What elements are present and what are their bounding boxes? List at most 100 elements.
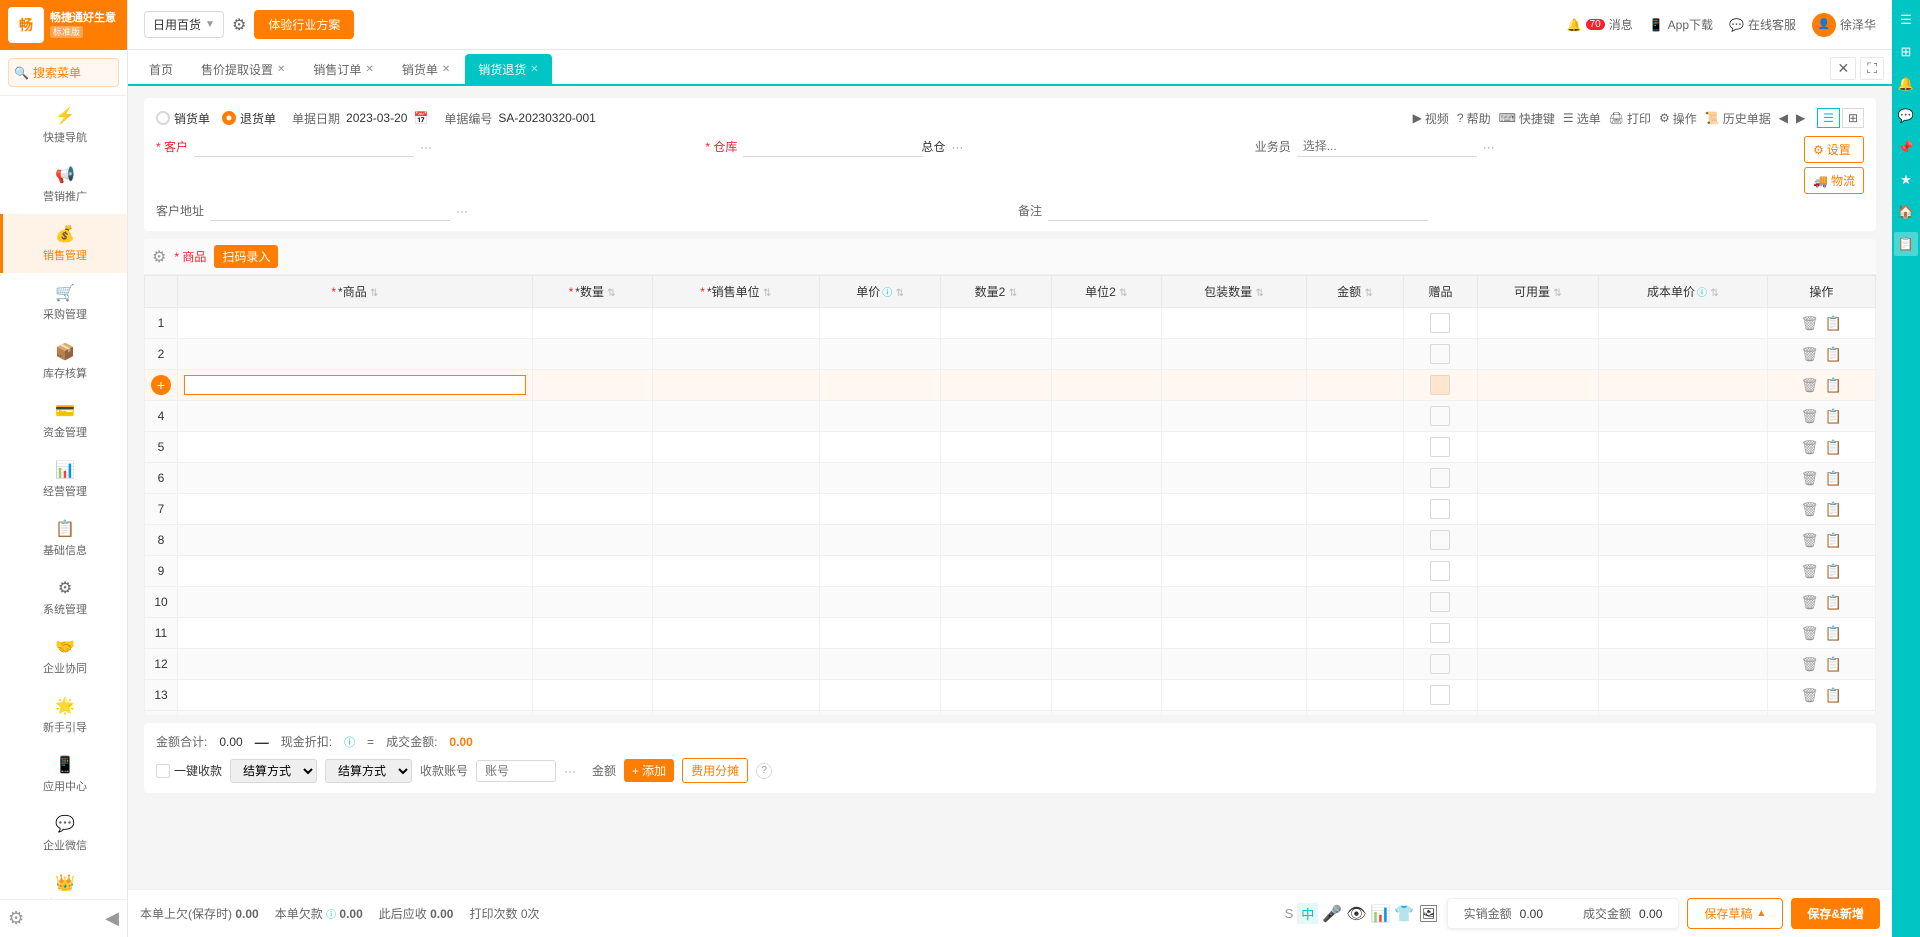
gift-checkbox-11[interactable] — [1430, 623, 1450, 643]
unit-price-sort-icon[interactable]: ⇅ — [896, 288, 904, 299]
note-input[interactable] — [1048, 200, 1428, 221]
gift-checkbox-4[interactable] — [1430, 406, 1450, 426]
copy-row-5-btn[interactable]: 📋 — [1825, 439, 1842, 456]
add-row-button[interactable]: + — [151, 375, 171, 395]
table-settings-icon[interactable]: ⚙ — [152, 247, 166, 267]
gift-checkbox-12[interactable] — [1430, 654, 1450, 674]
available-sort-icon[interactable]: ⇅ — [1553, 288, 1561, 299]
tab-sales-order[interactable]: 销售订单 ✕ — [300, 54, 386, 84]
unit-price-info-icon[interactable]: ⓘ — [882, 288, 892, 299]
logistics-button[interactable]: 🚚 物流 — [1804, 167, 1864, 194]
delete-row-4-btn[interactable]: 🗑 — [1801, 408, 1819, 425]
trial-button[interactable]: 体验行业方案 — [254, 10, 354, 39]
app-download-button[interactable]: 📱 App下载 — [1649, 16, 1713, 33]
right-tool-clipboard[interactable]: 📋 — [1894, 232, 1918, 256]
discount-info-icon[interactable]: ⓘ — [344, 734, 355, 750]
close-window-icon[interactable]: ✕ — [1830, 57, 1856, 80]
gift-checkbox-13[interactable] — [1430, 685, 1450, 705]
sidebar-item-operations[interactable]: 📊 经营管理 — [0, 450, 127, 509]
print-action[interactable]: 🖨 打印 — [1609, 110, 1651, 127]
split-expenses-button[interactable]: 费用分摊 — [682, 758, 748, 783]
salesperson-input[interactable] — [1297, 136, 1477, 157]
collapse-icon[interactable]: ◀ — [105, 908, 119, 929]
sidebar-item-newbie[interactable]: 🌟 新手引导 — [0, 686, 127, 745]
sidebar-item-sales[interactable]: 💰 销售管理 — [0, 214, 127, 273]
address-input[interactable] — [210, 200, 450, 221]
gift-checkbox-5[interactable] — [1430, 437, 1450, 457]
single-debt-info[interactable]: ⓘ — [326, 910, 336, 921]
unit2-sort-icon[interactable]: ⇅ — [1119, 288, 1127, 299]
close-sales-order-tab[interactable]: ✕ — [365, 64, 373, 75]
online-service-button[interactable]: 💬 在线客服 — [1729, 16, 1796, 33]
history-action[interactable]: 📜 历史单据 — [1705, 110, 1771, 127]
gift-checkbox-7[interactable] — [1430, 499, 1450, 519]
notifications-button[interactable]: 🔔 70 消息 — [1567, 16, 1633, 33]
settings-bottom-icon[interactable]: ⚙ — [8, 908, 24, 929]
tab-home[interactable]: 首页 — [136, 54, 186, 84]
gift-checkbox-1[interactable] — [1430, 313, 1450, 333]
copy-row-12-btn[interactable]: 📋 — [1825, 656, 1842, 673]
delete-row-13-btn[interactable]: 🗑 — [1801, 687, 1819, 704]
split-help-icon[interactable]: ? — [756, 763, 772, 779]
nav-prev[interactable]: ◀ — [1779, 111, 1788, 125]
cost-price-sort-icon[interactable]: ⇅ — [1710, 288, 1718, 299]
shortcut-action[interactable]: ⌨ 快捷键 — [1499, 110, 1555, 127]
save-new-button[interactable]: 保存&新增 — [1791, 898, 1880, 929]
sidebar-item-finance[interactable]: 💳 资金管理 — [0, 391, 127, 450]
delete-row-12-btn[interactable]: 🗑 — [1801, 656, 1819, 673]
copy-row-6-btn[interactable]: 📋 — [1825, 470, 1842, 487]
delete-row-8-btn[interactable]: 🗑 — [1801, 532, 1819, 549]
tab-price-settings[interactable]: 售价提取设置 ✕ — [188, 54, 298, 84]
salesperson-select-btn[interactable]: ··· — [1483, 140, 1495, 154]
copy-row-3-btn[interactable]: 📋 — [1825, 377, 1842, 394]
grid-view-toggle[interactable]: ⊞ — [1842, 108, 1864, 128]
settings-icon[interactable]: ⚙ — [232, 15, 246, 35]
close-price-settings-tab[interactable]: ✕ — [277, 64, 285, 75]
sidebar-item-shortcut[interactable]: ⚡ 快捷导航 — [0, 96, 127, 155]
right-tool-bell[interactable]: 🔔 — [1894, 72, 1918, 96]
copy-row-1-btn[interactable]: 📋 — [1825, 315, 1842, 332]
address-select-btn[interactable]: ··· — [456, 204, 468, 218]
operate-action[interactable]: ⚙ 操作 — [1659, 110, 1697, 127]
delete-row-7-btn[interactable]: 🗑 — [1801, 501, 1819, 518]
copy-row-2-btn[interactable]: 📋 — [1825, 346, 1842, 363]
delete-row-10-btn[interactable]: 🗑 — [1801, 594, 1819, 611]
copy-row-9-btn[interactable]: 📋 — [1825, 563, 1842, 580]
right-tool-list[interactable]: ☰ — [1894, 8, 1918, 32]
list-view-toggle[interactable]: ☰ — [1817, 108, 1840, 128]
right-tool-star[interactable]: ★ — [1894, 168, 1918, 192]
search-menu-button[interactable]: 🔍 搜索菜单 — [8, 58, 119, 87]
radio-return[interactable]: 退货单 — [222, 110, 276, 127]
customer-select-btn[interactable]: ··· — [420, 140, 432, 154]
gift-checkbox-6[interactable] — [1430, 468, 1450, 488]
user-profile[interactable]: 👤 徐泽华 — [1812, 13, 1876, 37]
delete-row-11-btn[interactable]: 🗑 — [1801, 625, 1819, 642]
gift-checkbox-8[interactable] — [1430, 530, 1450, 550]
sidebar-item-marketing[interactable]: 📢 营销推广 — [0, 155, 127, 214]
copy-row-11-btn[interactable]: 📋 — [1825, 625, 1842, 642]
settlement-method-select[interactable]: 结算方式 — [230, 759, 317, 783]
sidebar-item-member[interactable]: 👑 畅会员 — [0, 863, 127, 899]
delete-row-5-btn[interactable]: 🗑 — [1801, 439, 1819, 456]
amount-sort-icon[interactable]: ⇅ — [1365, 288, 1373, 299]
right-tool-pin[interactable]: 📌 — [1894, 136, 1918, 160]
sidebar-item-wechat[interactable]: 💬 企业微信 — [0, 804, 127, 863]
delete-row-3-btn[interactable]: 🗑 — [1801, 377, 1819, 394]
right-tool-grid[interactable]: ⊞ — [1894, 40, 1918, 64]
tab-sales-delivery[interactable]: 销货单 ✕ — [389, 54, 463, 84]
select-action[interactable]: ☰ 选单 — [1563, 110, 1601, 127]
save-draft-button[interactable]: 保存草稿 ▲ — [1687, 898, 1783, 929]
product-sort-icon[interactable]: ⇅ — [370, 288, 378, 299]
warehouse-select-btn[interactable]: ··· — [951, 140, 963, 154]
add-payment-button[interactable]: + 添加 — [624, 759, 674, 782]
nav-next[interactable]: ▶ — [1796, 111, 1805, 125]
tab-sales-return[interactable]: 销货退货 ✕ — [465, 54, 551, 84]
settings-button[interactable]: ⚙ 设置 — [1804, 136, 1864, 163]
copy-row-10-btn[interactable]: 📋 — [1825, 594, 1842, 611]
close-sales-return-tab[interactable]: ✕ — [530, 64, 538, 75]
copy-row-13-btn[interactable]: 📋 — [1825, 687, 1842, 704]
quantity2-sort-icon[interactable]: ⇅ — [1009, 288, 1017, 299]
calendar-icon[interactable]: 📅 — [413, 111, 428, 125]
sidebar-item-inventory[interactable]: 📦 库存核算 — [0, 332, 127, 391]
close-sales-delivery-tab[interactable]: ✕ — [442, 64, 450, 75]
